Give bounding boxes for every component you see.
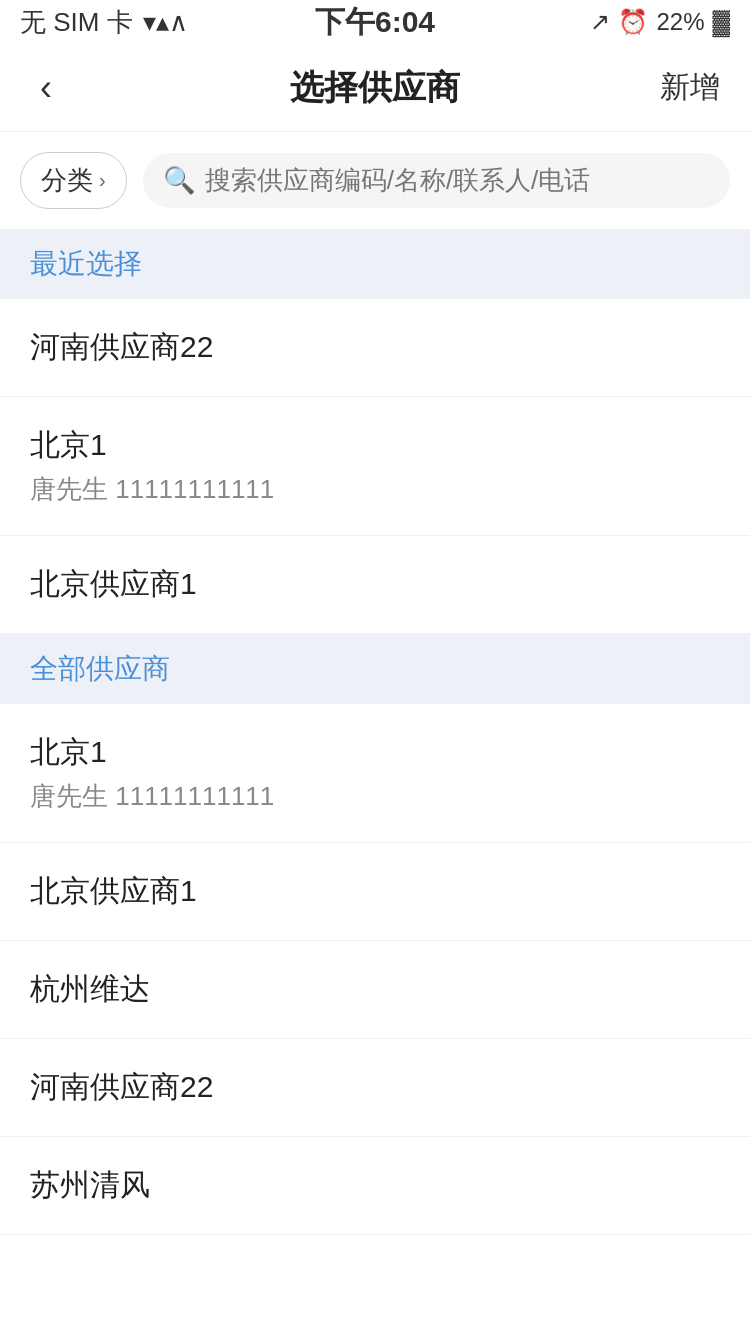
status-time: 下午6:04 <box>315 2 435 43</box>
list-item[interactable]: 河南供应商22 <box>0 1039 750 1137</box>
all-items-list: 北京1 唐先生 11111111111 北京供应商1 杭州维达河南供应商22 苏州清风 <box>0 704 750 1235</box>
back-button[interactable]: ‹ <box>30 57 62 119</box>
location-icon: ↗ <box>590 8 610 36</box>
page-title: 选择供应商 <box>290 65 460 111</box>
item-name: 杭州维达 <box>30 969 720 1010</box>
list-item[interactable]: 河南供应商22 <box>0 299 750 397</box>
recent-section-header: 最近选择 <box>0 229 750 299</box>
status-bar: 无 SIM 卡 ▾▴∧ 下午6:04 ↗ ⏰ 22% ▓ <box>0 0 750 44</box>
search-icon: 🔍 <box>163 165 195 196</box>
status-right: ↗ ⏰ 22% ▓ <box>590 8 730 36</box>
battery-text: 22% <box>656 8 704 36</box>
wifi-icon: ▾▴∧ <box>143 7 188 38</box>
list-item[interactable]: 北京1 唐先生 11111111111 <box>0 704 750 843</box>
list-item[interactable]: 北京供应商1 <box>0 843 750 941</box>
category-label: 分类 <box>41 163 93 198</box>
list-item[interactable]: 苏州清风 <box>0 1137 750 1235</box>
item-sub: 唐先生 11111111111 <box>30 472 720 507</box>
search-input-wrap[interactable]: 🔍 <box>143 153 730 208</box>
status-left: 无 SIM 卡 ▾▴∧ <box>20 5 188 40</box>
item-sub: 唐先生 11111111111 <box>30 779 720 814</box>
nav-bar: ‹ 选择供应商 新增 <box>0 44 750 132</box>
item-name: 北京1 <box>30 732 720 773</box>
item-name: 北京供应商1 <box>30 871 720 912</box>
battery-icon: ▓ <box>713 8 731 36</box>
chevron-right-icon: › <box>99 169 106 192</box>
recent-items-list: 河南供应商22 北京1 唐先生 11111111111 北京供应商1 <box>0 299 750 634</box>
list-item[interactable]: 北京1 唐先生 11111111111 <box>0 397 750 536</box>
carrier-text: 无 SIM 卡 <box>20 5 133 40</box>
item-name: 苏州清风 <box>30 1165 720 1206</box>
alarm-icon: ⏰ <box>618 8 648 36</box>
category-button[interactable]: 分类 › <box>20 152 127 209</box>
add-button[interactable]: 新增 <box>660 67 720 108</box>
search-input[interactable] <box>205 165 710 196</box>
list-item[interactable]: 北京供应商1 <box>0 536 750 634</box>
all-section-header: 全部供应商 <box>0 634 750 704</box>
item-name: 北京供应商1 <box>30 564 720 605</box>
list-item[interactable]: 杭州维达 <box>0 941 750 1039</box>
item-name: 河南供应商22 <box>30 1067 720 1108</box>
search-bar: 分类 › 🔍 <box>0 132 750 229</box>
item-name: 北京1 <box>30 425 720 466</box>
item-name: 河南供应商22 <box>30 327 720 368</box>
